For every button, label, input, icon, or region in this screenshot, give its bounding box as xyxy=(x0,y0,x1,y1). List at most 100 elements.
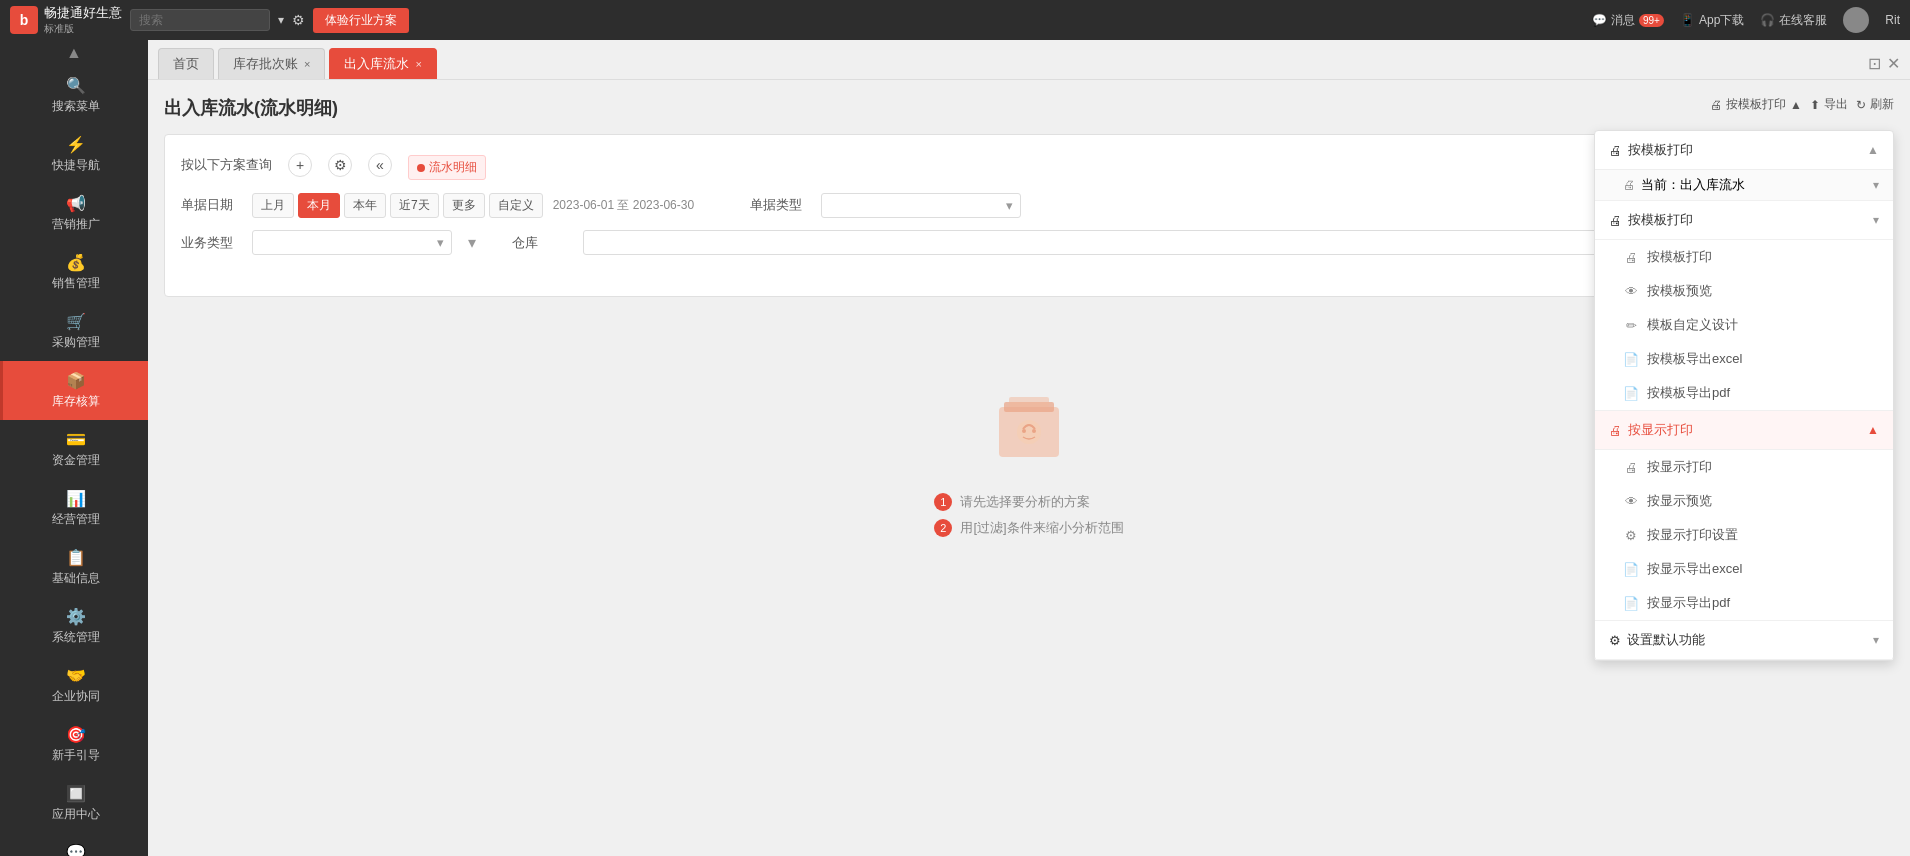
empty-step-2: 2 用[过滤]条件来缩小分析范围 xyxy=(934,519,1123,537)
doc-type-select[interactable] xyxy=(821,193,1021,218)
header-search-input[interactable] xyxy=(130,9,270,31)
date-last-month-btn[interactable]: 上月 xyxy=(252,193,294,218)
sidebar-item-label: 企业协同 xyxy=(52,688,100,705)
sidebar-item-system[interactable]: ⚙️ 系统管理 xyxy=(0,597,148,656)
dropdown-item-display-excel[interactable]: 📄 按显示导出excel xyxy=(1595,552,1893,586)
dropdown-item-display-pdf[interactable]: 📄 按显示导出pdf xyxy=(1595,586,1893,620)
tab-bar-right: ⊡ ✕ xyxy=(1868,54,1900,73)
empty-step-1: 1 请先选择要分析的方案 xyxy=(934,493,1123,511)
tab-close-all-btn[interactable]: ✕ xyxy=(1887,54,1900,73)
user-name: Rit xyxy=(1885,13,1900,27)
template-print-btn[interactable]: 🖨 按模板打印 ▲ xyxy=(1710,96,1802,113)
tab-bar: 首页 库存批次账 × 出入库流水 × ⊡ ✕ xyxy=(148,40,1910,80)
dropdown-header: 🖨 按模板打印 ▲ xyxy=(1595,131,1893,170)
dropdown-item-template-preview[interactable]: 👁 按模板预览 xyxy=(1595,274,1893,308)
dropdown-section-template[interactable]: 🖨 按模板打印 ▾ xyxy=(1595,201,1893,240)
template-preview-icon: 👁 xyxy=(1623,283,1639,299)
sidebar-item-quick-nav[interactable]: ⚡ 快捷导航 xyxy=(0,125,148,184)
sidebar-item-basic[interactable]: 📋 基础信息 xyxy=(0,538,148,597)
sidebar-scroll-up[interactable]: ▲ xyxy=(0,40,148,66)
sidebar-item-cooperation[interactable]: 🤝 企业协同 xyxy=(0,656,148,715)
sidebar-item-sales[interactable]: 💰 销售管理 xyxy=(0,243,148,302)
sidebar-item-label: 搜索菜单 xyxy=(52,98,100,115)
dropdown-section-display[interactable]: 🖨 按显示打印 ▲ xyxy=(1595,411,1893,450)
user-avatar[interactable] xyxy=(1843,7,1869,33)
default-section-chevron: ▾ xyxy=(1873,633,1879,647)
notification-area[interactable]: 💬 消息 99+ xyxy=(1592,12,1664,29)
dropdown-item-template-custom[interactable]: ✏ 模板自定义设计 xyxy=(1595,308,1893,342)
date-current-month-btn[interactable]: 本月 xyxy=(298,193,340,218)
app-center-icon: 🔲 xyxy=(66,784,86,803)
template-excel-icon: 📄 xyxy=(1623,351,1639,367)
export-btn[interactable]: ⬆ 导出 xyxy=(1810,96,1848,113)
template-section-icon: 🖨 xyxy=(1609,213,1622,228)
doc-type-select-wrap xyxy=(821,193,1021,218)
app-download-area[interactable]: 📱 App下载 xyxy=(1680,12,1744,29)
scheme-settings-btn[interactable]: ⚙ xyxy=(328,153,352,177)
dropdown-item-template-print[interactable]: 🖨 按模板打印 xyxy=(1595,240,1893,274)
sidebar-item-guide[interactable]: 🎯 新手引导 xyxy=(0,715,148,774)
default-section-icon: ⚙ xyxy=(1609,633,1621,648)
dropdown-current-row: 🖨 当前：出入库流水 ▾ xyxy=(1595,170,1893,201)
date-range-text: 2023-06-01 至 2023-06-30 xyxy=(553,197,694,214)
date-filter-label: 单据日期 xyxy=(181,196,236,214)
dropdown-collapse-icon[interactable]: ▲ xyxy=(1867,143,1879,157)
tab-flow[interactable]: 出入库流水 × xyxy=(329,48,436,79)
sidebar-item-search[interactable]: 🔍 搜索菜单 xyxy=(0,66,148,125)
template-pdf-icon: 📄 xyxy=(1623,385,1639,401)
notification-label: 消息 xyxy=(1611,12,1635,29)
dropdown-item-display-preview[interactable]: 👁 按显示预览 xyxy=(1595,484,1893,518)
tab-home[interactable]: 首页 xyxy=(158,48,214,79)
dropdown-section-default[interactable]: ⚙ 设置默认功能 ▾ xyxy=(1595,621,1893,660)
current-chevron-icon: ▾ xyxy=(1873,178,1879,192)
dropdown-item-display-settings[interactable]: ⚙ 按显示打印设置 xyxy=(1595,518,1893,552)
header-settings-btn[interactable]: ⚙ xyxy=(292,12,305,28)
tab-flow-close[interactable]: × xyxy=(415,58,421,70)
dropdown-item-template-excel[interactable]: 📄 按模板导出excel xyxy=(1595,342,1893,376)
dropdown-item-template-pdf[interactable]: 📄 按模板导出pdf xyxy=(1595,376,1893,410)
svg-point-3 xyxy=(1017,420,1041,444)
sidebar-item-marketing[interactable]: 📢 营销推广 xyxy=(0,184,148,243)
add-scheme-btn[interactable]: + xyxy=(288,153,312,177)
sidebar-item-label: 营销推广 xyxy=(52,216,100,233)
date-current-year-btn[interactable]: 本年 xyxy=(344,193,386,218)
guide-icon: 🎯 xyxy=(66,725,86,744)
tab-batch-account[interactable]: 库存批次账 × xyxy=(218,48,325,79)
sidebar-item-weixin[interactable]: 💬 企业微信 xyxy=(0,833,148,856)
online-service-area[interactable]: 🎧 在线客服 xyxy=(1760,12,1827,29)
printer-icon: 🖨 xyxy=(1710,98,1722,112)
tab-batch-account-close[interactable]: × xyxy=(304,58,310,70)
notification-icon: 💬 xyxy=(1592,13,1607,27)
sidebar-item-inventory[interactable]: 📦 库存核算 xyxy=(0,361,148,420)
business-type-select[interactable] xyxy=(252,230,452,255)
date-more-btn[interactable]: 更多 xyxy=(443,193,485,218)
sidebar-item-label: 采购管理 xyxy=(52,334,100,351)
purchase-icon: 🛒 xyxy=(66,312,86,331)
sidebar-item-app-center[interactable]: 🔲 应用中心 xyxy=(0,774,148,833)
display-section-icon: 🖨 xyxy=(1609,423,1622,438)
chevron-up-icon: ▲ xyxy=(1790,98,1802,112)
top-header: b 畅捷通好生意 标准版 ▾ ⚙ 体验行业方案 💬 消息 99+ 📱 App下载… xyxy=(0,0,1910,40)
template-section-label: 按模板打印 xyxy=(1628,211,1693,229)
sidebar-item-operation[interactable]: 📊 经营管理 xyxy=(0,479,148,538)
date-custom-btn[interactable]: 自定义 xyxy=(489,193,543,218)
sidebar-item-label: 销售管理 xyxy=(52,275,100,292)
sidebar-item-finance[interactable]: 💳 资金管理 xyxy=(0,420,148,479)
header-dropdown-btn[interactable]: ▾ xyxy=(278,13,284,27)
date-last-7-days-btn[interactable]: 近7天 xyxy=(390,193,439,218)
date-buttons: 上月 本月 本年 近7天 更多 自定义 2023-06-01 至 2023-06… xyxy=(252,193,694,218)
business-type-more-btn[interactable]: ▾ xyxy=(468,233,476,252)
notification-badge: 99+ xyxy=(1639,14,1664,27)
right-action-bar: 🖨 按模板打印 ▲ ⬆ 导出 ↻ 刷新 xyxy=(1710,96,1894,113)
headset-icon: 🎧 xyxy=(1760,13,1775,27)
dropdown-item-display-print[interactable]: 🖨 按显示打印 xyxy=(1595,450,1893,484)
quick-nav-icon: ⚡ xyxy=(66,135,86,154)
sidebar-item-purchase[interactable]: 🛒 采购管理 xyxy=(0,302,148,361)
template-print-item-icon: 🖨 xyxy=(1623,249,1639,265)
collapse-left-btn[interactable]: « xyxy=(368,153,392,177)
display-pdf-icon: 📄 xyxy=(1623,595,1639,611)
finance-icon: 💳 xyxy=(66,430,86,449)
refresh-btn[interactable]: ↻ 刷新 xyxy=(1856,96,1894,113)
industry-btn[interactable]: 体验行业方案 xyxy=(313,8,409,33)
tab-restore-btn[interactable]: ⊡ xyxy=(1868,54,1881,73)
